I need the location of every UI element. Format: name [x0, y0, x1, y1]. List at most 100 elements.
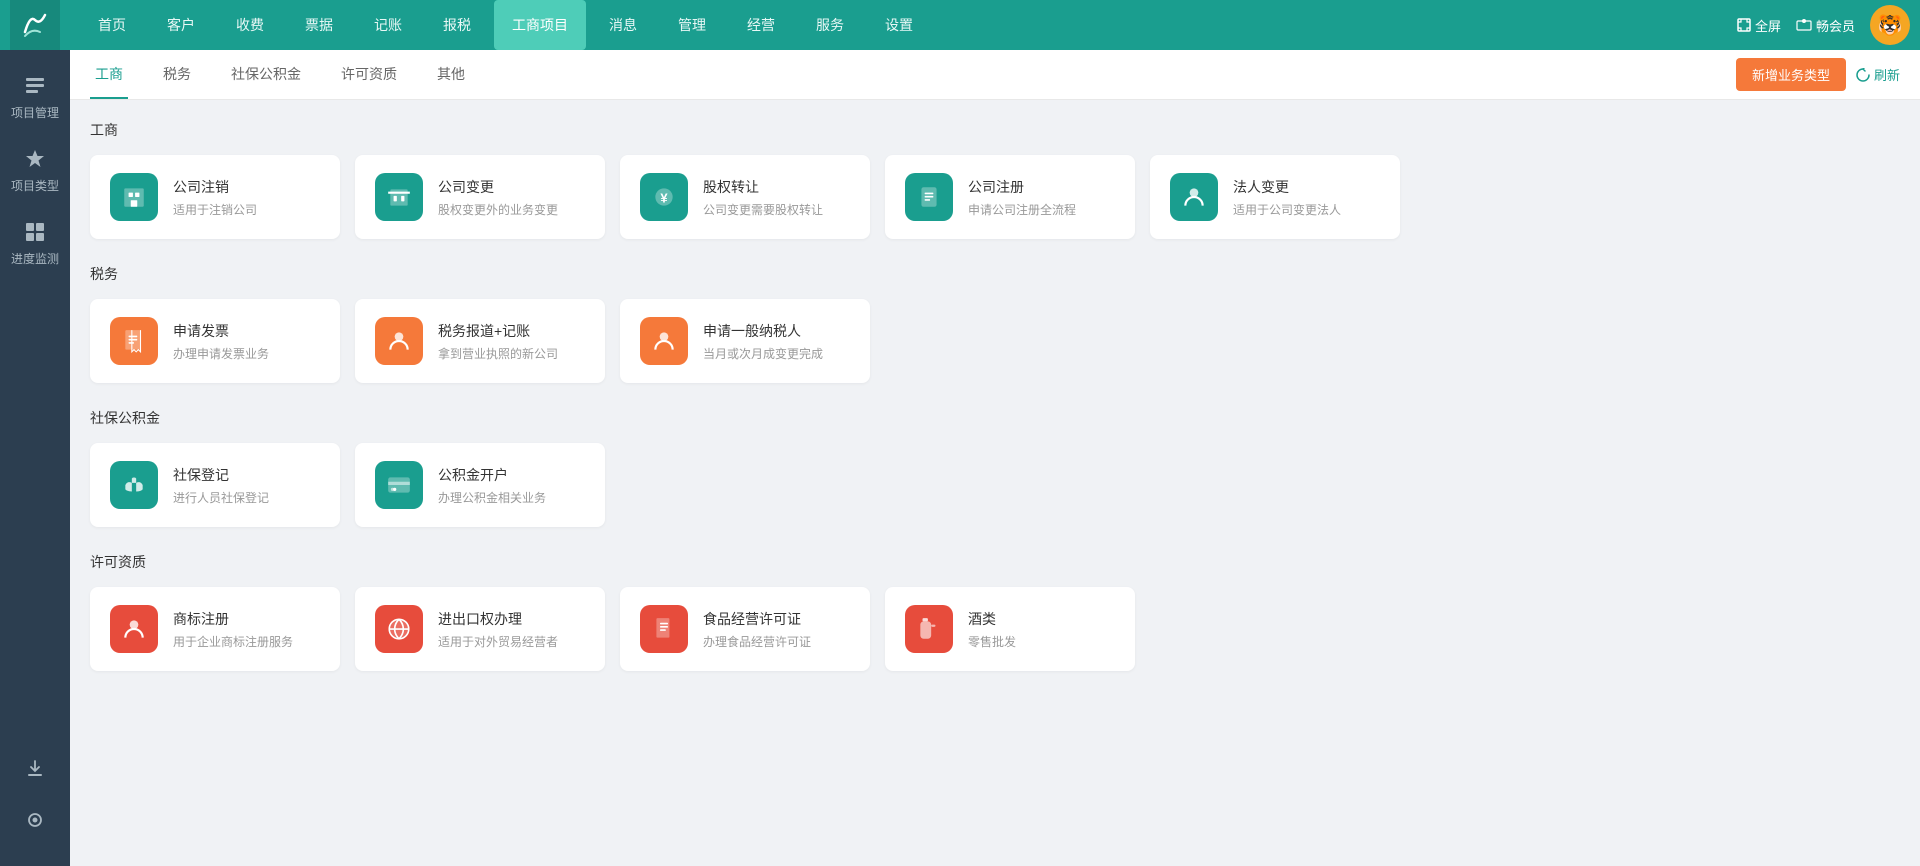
card-icon — [375, 461, 423, 509]
refresh-button[interactable]: 刷新 — [1856, 65, 1900, 84]
card-name: 股权转让 — [703, 177, 850, 197]
sidebar-item-project-type[interactable]: 项目类型 — [0, 133, 70, 206]
section-title: 社保公积金 — [90, 408, 1900, 428]
nav-item-首页[interactable]: 首页 — [80, 0, 144, 50]
card-icon — [1170, 173, 1218, 221]
cards-grid: 社保登记进行人员社保登记 公积金开户办理公积金相关业务 — [90, 443, 1900, 527]
tab-税务[interactable]: 税务 — [158, 50, 196, 99]
sidebar-item-project-management[interactable]: 项目管理 — [0, 60, 70, 133]
card-info: 进出口权办理适用于对外贸易经营者 — [438, 609, 585, 650]
card-公司注销[interactable]: 公司注销适用于注销公司 — [90, 155, 340, 239]
card-公司变更[interactable]: 公司变更股权变更外的业务变更 — [355, 155, 605, 239]
card-icon — [640, 317, 688, 365]
card-申请发票[interactable]: 申请发票办理申请发票业务 — [90, 299, 340, 383]
content-area: 工商税务社保公积金许可资质其他 新增业务类型 刷新 工商公司注销适用于注销公司公… — [70, 50, 1920, 866]
card-icon — [905, 605, 953, 653]
card-公司注册[interactable]: 公司注册申请公司注册全流程 — [885, 155, 1135, 239]
section-title: 税务 — [90, 264, 1900, 284]
cards-grid: 公司注销适用于注销公司 公司变更股权变更外的业务变更 ¥ 股权转让公司变更需要股权转让… — [90, 155, 1900, 239]
nav-item-票据[interactable]: 票据 — [287, 0, 351, 50]
card-desc: 当月或次月成变更完成 — [703, 345, 850, 362]
vip-label: 畅会员 — [1816, 16, 1855, 35]
add-business-type-button[interactable]: 新增业务类型 — [1736, 58, 1846, 91]
nav-item-记账[interactable]: 记账 — [356, 0, 420, 50]
card-食品经营许可证[interactable]: 食品经营许可证办理食品经营许可证 — [620, 587, 870, 671]
card-name: 酒类 — [968, 609, 1115, 629]
card-icon: ¥ — [640, 173, 688, 221]
sidebar-item-settings[interactable] — [0, 794, 70, 846]
tab-其他[interactable]: 其他 — [432, 50, 470, 99]
sidebar-item-download[interactable] — [0, 742, 70, 794]
nav-item-客户[interactable]: 客户 — [149, 0, 213, 50]
top-nav-items: 首页客户收费票据记账报税工商项目消息管理经营服务设置 — [60, 0, 1737, 50]
sidebar-label-progress-monitor: 进度监测 — [11, 250, 59, 267]
card-icon — [110, 605, 158, 653]
nav-item-收费[interactable]: 收费 — [218, 0, 282, 50]
main-layout: 项目管理 项目类型 进度监测 — [0, 50, 1920, 866]
cards-grid: 申请发票办理申请发票业务税务报道+记账拿到营业执照的新公司申请一般纳税人当月或次… — [90, 299, 1900, 383]
card-name: 法人变更 — [1233, 177, 1380, 197]
card-icon — [375, 605, 423, 653]
section-工商: 工商公司注销适用于注销公司 公司变更股权变更外的业务变更 ¥ 股权转让公司变更需要股权… — [90, 120, 1900, 239]
refresh-label: 刷新 — [1874, 65, 1900, 84]
vip-button[interactable]: 畅会员 — [1796, 16, 1855, 35]
card-info: 法人变更适用于公司变更法人 — [1233, 177, 1380, 218]
fullscreen-button[interactable]: 全屏 — [1737, 16, 1781, 35]
card-公积金开户[interactable]: 公积金开户办理公积金相关业务 — [355, 443, 605, 527]
card-icon — [110, 317, 158, 365]
tab-actions: 新增业务类型 刷新 — [1736, 58, 1900, 91]
section-税务: 税务申请发票办理申请发票业务税务报道+记账拿到营业执照的新公司申请一般纳税人当月… — [90, 264, 1900, 383]
card-icon — [905, 173, 953, 221]
card-icon — [110, 461, 158, 509]
card-info: 公积金开户办理公积金相关业务 — [438, 465, 585, 506]
card-icon — [375, 317, 423, 365]
mascot-avatar: 🐯 — [1870, 5, 1910, 45]
card-desc: 适用于对外贸易经营者 — [438, 633, 585, 650]
card-社保登记[interactable]: 社保登记进行人员社保登记 — [90, 443, 340, 527]
sidebar-item-progress-monitor[interactable]: 进度监测 — [0, 206, 70, 279]
card-icon — [110, 173, 158, 221]
card-desc: 拿到营业执照的新公司 — [438, 345, 585, 362]
section-许可资质: 许可资质商标注册用于企业商标注册服务进出口权办理适用于对外贸易经营者食品经营许可… — [90, 552, 1900, 671]
sidebar-bottom — [0, 742, 70, 866]
card-股权转让[interactable]: ¥ 股权转让公司变更需要股权转让 — [620, 155, 870, 239]
tab-社保公积金[interactable]: 社保公积金 — [226, 50, 306, 99]
card-desc: 办理公积金相关业务 — [438, 489, 585, 506]
card-进出口权办理[interactable]: 进出口权办理适用于对外贸易经营者 — [355, 587, 605, 671]
card-info: 税务报道+记账拿到营业执照的新公司 — [438, 321, 585, 362]
card-name: 税务报道+记账 — [438, 321, 585, 341]
card-desc: 申请公司注册全流程 — [968, 201, 1115, 218]
card-法人变更[interactable]: 法人变更适用于公司变更法人 — [1150, 155, 1400, 239]
nav-item-设置[interactable]: 设置 — [867, 0, 931, 50]
fullscreen-label: 全屏 — [1755, 16, 1781, 35]
card-info: 商标注册用于企业商标注册服务 — [173, 609, 320, 650]
card-desc: 公司变更需要股权转让 — [703, 201, 850, 218]
card-desc: 进行人员社保登记 — [173, 489, 320, 506]
card-name: 食品经营许可证 — [703, 609, 850, 629]
card-name: 申请发票 — [173, 321, 320, 341]
card-desc: 零售批发 — [968, 633, 1115, 650]
section-title: 工商 — [90, 120, 1900, 140]
card-name: 社保登记 — [173, 465, 320, 485]
nav-item-消息[interactable]: 消息 — [591, 0, 655, 50]
tab-bar: 工商税务社保公积金许可资质其他 新增业务类型 刷新 — [70, 50, 1920, 100]
nav-item-工商项目[interactable]: 工商项目 — [494, 0, 586, 50]
card-desc: 股权变更外的业务变更 — [438, 201, 585, 218]
tab-工商[interactable]: 工商 — [90, 50, 128, 99]
scroll-content[interactable]: 工商公司注销适用于注销公司 公司变更股权变更外的业务变更 ¥ 股权转让公司变更需要股权… — [70, 100, 1920, 866]
sidebar-label-project-management: 项目管理 — [11, 104, 59, 121]
card-info: 公司变更股权变更外的业务变更 — [438, 177, 585, 218]
nav-item-管理[interactable]: 管理 — [660, 0, 724, 50]
card-name: 公司注册 — [968, 177, 1115, 197]
nav-item-报税[interactable]: 报税 — [425, 0, 489, 50]
tab-许可资质[interactable]: 许可资质 — [336, 50, 402, 99]
nav-item-服务[interactable]: 服务 — [798, 0, 862, 50]
nav-item-经营[interactable]: 经营 — [729, 0, 793, 50]
card-desc: 办理申请发票业务 — [173, 345, 320, 362]
card-商标注册[interactable]: 商标注册用于企业商标注册服务 — [90, 587, 340, 671]
card-申请一般纳税人[interactable]: 申请一般纳税人当月或次月成变更完成 — [620, 299, 870, 383]
settings-icon — [21, 806, 49, 834]
card-desc: 办理食品经营许可证 — [703, 633, 850, 650]
card-酒类[interactable]: 酒类零售批发 — [885, 587, 1135, 671]
card-税务报道+记账[interactable]: 税务报道+记账拿到营业执照的新公司 — [355, 299, 605, 383]
